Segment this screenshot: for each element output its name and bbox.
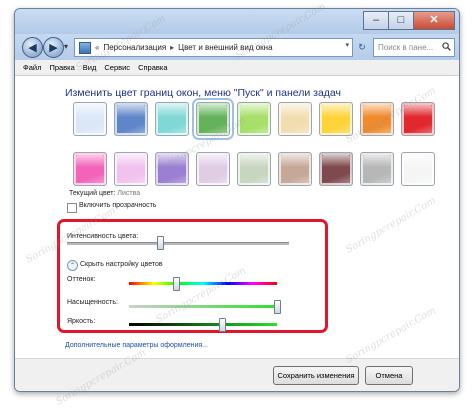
title-bar: – □ ✕	[15, 9, 459, 34]
intensity-track[interactable]	[67, 242, 289, 245]
control-panel-icon	[79, 41, 91, 54]
brightness-slider-thumb[interactable]	[219, 318, 227, 332]
transparency-label[interactable]: Включить прозрачность	[79, 202, 156, 209]
menu-tools[interactable]: Сервис	[104, 63, 130, 72]
menu-edit[interactable]: Правка	[49, 63, 74, 72]
color-swatch[interactable]	[237, 152, 271, 186]
color-swatch[interactable]	[114, 102, 148, 136]
history-dropdown-icon[interactable]: ▾	[64, 42, 68, 51]
current-color-value: Листва	[117, 190, 141, 197]
color-swatch[interactable]	[192, 98, 234, 140]
color-swatch[interactable]	[401, 102, 435, 136]
current-color-label: Текущий цвет:	[69, 190, 116, 197]
color-swatch[interactable]	[155, 102, 189, 136]
color-swatch[interactable]	[237, 102, 271, 136]
menu-bar: Файл Правка Вид Сервис Справка	[15, 60, 459, 76]
breadcrumb-separator-icon[interactable]: ▸	[170, 43, 174, 52]
saturation-label: Насыщенность:	[67, 299, 118, 306]
saturation-slider-track[interactable]	[129, 305, 277, 308]
window: – □ ✕ ◀ ▶ ▾ « Персонализация ▸ Цвет и вн…	[14, 8, 460, 392]
chevron-up-icon[interactable]: ⌃	[67, 260, 78, 271]
color-swatch[interactable]	[319, 152, 353, 186]
page-title: Изменить цвет границ окон, меню "Пуск" и…	[65, 87, 342, 99]
hue-slider-track[interactable]	[129, 282, 277, 285]
cancel-button[interactable]: Отмена	[365, 366, 413, 385]
color-swatch[interactable]	[196, 152, 230, 186]
color-swatch[interactable]	[319, 102, 353, 136]
brightness-slider-track[interactable]	[129, 323, 277, 326]
window-controls: – □ ✕	[363, 11, 455, 30]
color-swatch[interactable]	[278, 152, 312, 186]
intensity-slider-thumb[interactable]	[157, 236, 165, 250]
address-bar[interactable]: « Персонализация ▸ Цвет и внешний вид ок…	[74, 38, 353, 57]
menu-view[interactable]: Вид	[83, 63, 97, 72]
menu-help[interactable]: Справка	[138, 63, 167, 72]
intensity-label: Интенсивность цвета:	[67, 233, 139, 240]
color-swatch[interactable]	[73, 102, 107, 136]
current-color: Текущий цвет: Листва	[69, 190, 140, 197]
address-dropdown-icon[interactable]: ▾	[345, 41, 349, 49]
advanced-appearance-link[interactable]: Дополнительные параметры оформления...	[65, 342, 208, 349]
breadcrumb-personalization[interactable]: Персонализация	[103, 43, 166, 52]
back-button[interactable]: ◀	[22, 37, 43, 58]
search-field[interactable]: Поиск в пане...	[373, 38, 455, 57]
breadcrumb-window-color[interactable]: Цвет и внешний вид окна	[178, 43, 272, 52]
address-overflow-icon[interactable]: «	[95, 43, 99, 52]
maximize-button[interactable]: □	[388, 11, 414, 30]
hide-color-mixer-link[interactable]: Скрыть настройку цветов	[80, 261, 163, 268]
color-swatch[interactable]	[360, 152, 394, 186]
search-placeholder: Поиск в пане...	[378, 43, 434, 52]
menu-file[interactable]: Файл	[23, 63, 41, 72]
hue-label: Оттенок:	[67, 276, 96, 283]
search-icon[interactable]	[442, 42, 454, 53]
navigation-bar: ◀ ▶ ▾ « Персонализация ▸ Цвет и внешний …	[15, 34, 459, 60]
forward-button[interactable]: ▶	[43, 37, 64, 58]
minimize-button[interactable]: –	[363, 11, 389, 30]
save-changes-button[interactable]: Сохранить изменения	[273, 366, 359, 385]
color-swatch[interactable]	[278, 102, 312, 136]
button-bar: Сохранить изменения Отмена	[15, 358, 459, 391]
transparency-checkbox[interactable]	[67, 203, 77, 213]
refresh-icon[interactable]: ↻	[355, 40, 369, 54]
color-swatch[interactable]	[73, 152, 107, 186]
close-button[interactable]: ✕	[413, 11, 455, 30]
color-swatch[interactable]	[360, 102, 394, 136]
brightness-label: Яркость:	[67, 318, 96, 325]
color-swatch[interactable]	[155, 152, 189, 186]
hue-slider-thumb[interactable]	[173, 277, 181, 291]
saturation-slider-thumb[interactable]	[274, 300, 281, 314]
content-area: Изменить цвет границ окон, меню "Пуск" и…	[15, 76, 459, 391]
color-swatch[interactable]	[114, 152, 148, 186]
color-swatch[interactable]	[401, 152, 435, 186]
